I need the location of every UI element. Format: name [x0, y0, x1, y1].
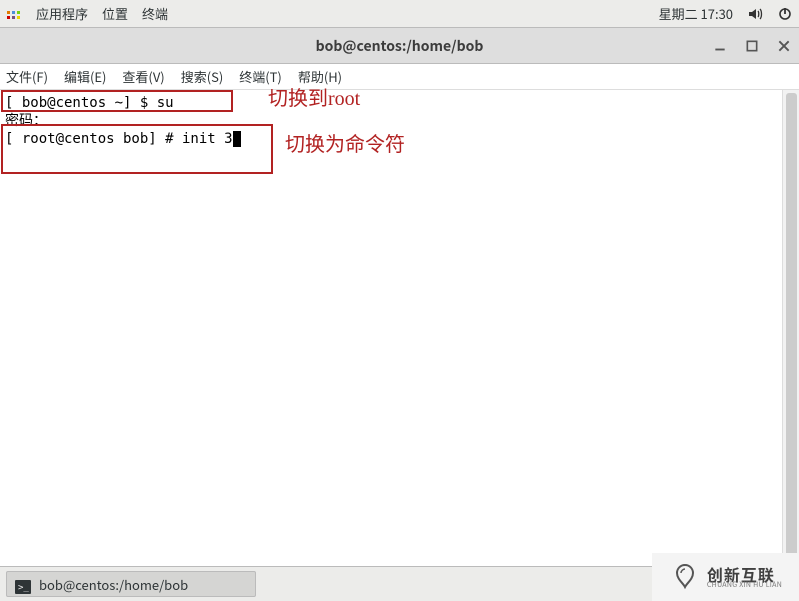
top-panel-right: 星期二 17:30 — [659, 4, 793, 23]
watermark-logo-icon — [669, 561, 701, 593]
annotation-text: 切换到root — [268, 90, 360, 108]
clock[interactable]: 星期二 17:30 — [659, 4, 733, 23]
terminal-icon: >_ — [15, 576, 31, 592]
minimize-button[interactable] — [713, 39, 727, 53]
terminal-area: [ bob@centos ~] $ su 密码： [ root@centos b… — [0, 90, 799, 566]
close-button[interactable] — [777, 39, 791, 53]
volume-icon[interactable] — [747, 6, 763, 22]
scrollbar-thumb[interactable] — [786, 93, 797, 563]
svg-text:>_: >_ — [18, 583, 29, 593]
menu-applications[interactable]: 应用程序 — [36, 4, 88, 23]
window-title: bob@centos:/home/bob — [316, 36, 484, 56]
menu-edit[interactable]: 编辑(E) — [62, 65, 108, 88]
scrollbar[interactable] — [782, 90, 799, 566]
menu-places[interactable]: 位置 — [102, 4, 128, 23]
watermark: 创新互联 CHUANG XIN HU LIAN — [652, 553, 799, 601]
cursor-block-icon — [233, 131, 241, 147]
power-icon[interactable] — [777, 6, 793, 22]
window-controls — [713, 39, 791, 53]
annotation-text: 切换为命令符 — [285, 136, 405, 154]
terminal-line: 密码： — [5, 112, 47, 130]
watermark-text: 创新互联 CHUANG XIN HU LIAN — [707, 566, 782, 589]
watermark-en: CHUANG XIN HU LIAN — [707, 582, 782, 589]
menu-terminal[interactable]: 终端(T) — [237, 65, 284, 88]
taskbar-item-terminal[interactable]: >_ bob@centos:/home/bob — [6, 571, 256, 597]
menu-view[interactable]: 查看(V) — [120, 65, 166, 88]
taskbar-item-label: bob@centos:/home/bob — [39, 575, 188, 594]
menu-bar: 文件(F) 编辑(E) 查看(V) 搜索(S) 终端(T) 帮助(H) — [0, 64, 799, 90]
terminal-line: [ root@centos bob] # init 3 — [5, 130, 241, 148]
menu-terminal-launcher[interactable]: 终端 — [142, 4, 168, 23]
window-titlebar: bob@centos:/home/bob — [0, 28, 799, 64]
maximize-button[interactable] — [745, 39, 759, 53]
top-panel: 应用程序 位置 终端 星期二 17:30 — [0, 0, 799, 28]
menu-file[interactable]: 文件(F) — [4, 65, 50, 88]
menu-help[interactable]: 帮助(H) — [296, 65, 344, 88]
terminal-line: [ bob@centos ~] $ su — [5, 94, 174, 112]
terminal-content[interactable]: [ bob@centos ~] $ su 密码： [ root@centos b… — [0, 90, 782, 566]
top-panel-left: 应用程序 位置 终端 — [6, 4, 168, 23]
menu-search[interactable]: 搜索(S) — [179, 65, 226, 88]
activities-icon[interactable] — [6, 6, 22, 22]
